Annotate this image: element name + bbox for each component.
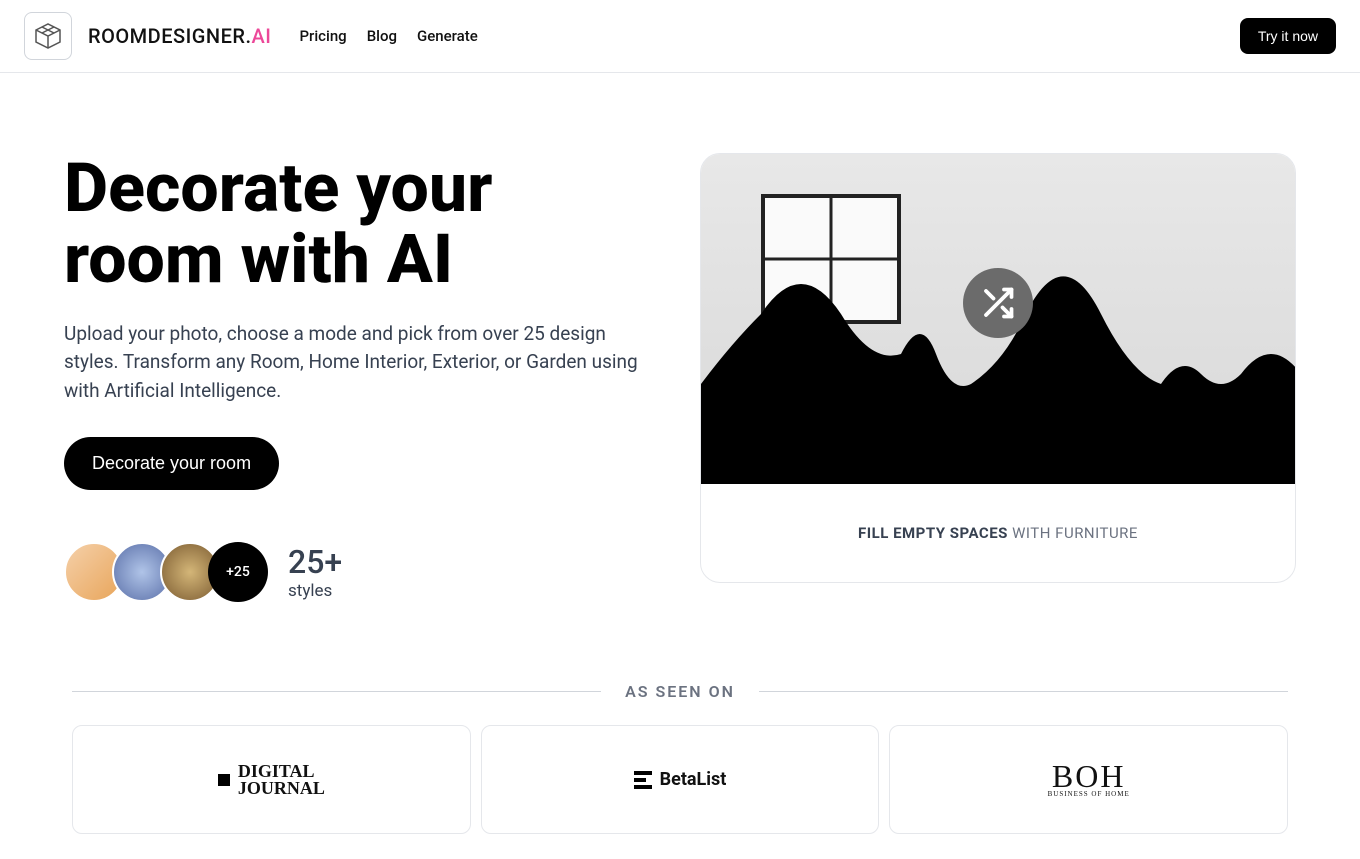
- divider-left: [72, 691, 601, 692]
- decorate-room-button[interactable]: Decorate your room: [64, 437, 279, 490]
- dj-line2: JOURNAL: [238, 780, 325, 797]
- hero-right: FILL EMPTY SPACES WITH FURNITURE: [700, 153, 1296, 602]
- boh-text: BOH: [1048, 762, 1130, 791]
- hero-subtitle: Upload your photo, choose a mode and pic…: [64, 320, 644, 406]
- square-icon: [218, 774, 230, 786]
- header: ROOMDESIGNER.AI Pricing Blog Generate Tr…: [0, 0, 1360, 73]
- hero-section: Decorate your room with AI Upload your p…: [0, 73, 1360, 642]
- preview-card: FILL EMPTY SPACES WITH FURNITURE: [700, 153, 1296, 583]
- betalist-logo: BetaList: [634, 769, 727, 790]
- styles-count: 25+ styles: [288, 543, 342, 601]
- header-left: ROOMDESIGNER.AI Pricing Blog Generate: [24, 12, 478, 60]
- preview-caption: FILL EMPTY SPACES WITH FURNITURE: [701, 484, 1295, 582]
- press-logo-digital-journal[interactable]: DIGITAL JOURNAL: [72, 725, 471, 834]
- press-logo-boh[interactable]: BOH BUSINESS OF HOME: [889, 725, 1288, 834]
- boh-logo: BOH BUSINESS OF HOME: [1048, 762, 1130, 797]
- style-avatar-more[interactable]: +25: [208, 542, 268, 602]
- hero-title: Decorate your room with AI: [64, 153, 660, 296]
- brand-ai: AI: [252, 24, 272, 48]
- logo[interactable]: [24, 12, 72, 60]
- boh-subtitle: BUSINESS OF HOME: [1048, 791, 1130, 797]
- as-seen-header: AS SEEN ON: [72, 682, 1288, 701]
- as-seen-heading: AS SEEN ON: [625, 682, 735, 701]
- nav-blog[interactable]: Blog: [367, 27, 397, 45]
- style-avatars: +25: [64, 542, 268, 602]
- brand-name[interactable]: ROOMDESIGNER.AI: [88, 24, 271, 48]
- cube-logo-icon: [32, 20, 64, 52]
- digital-journal-logo: DIGITAL JOURNAL: [218, 763, 325, 797]
- hamburger-icon: [634, 771, 652, 789]
- betalist-text: BetaList: [660, 769, 727, 790]
- styles-label: styles: [288, 581, 342, 601]
- nav-links: Pricing Blog Generate: [299, 27, 477, 45]
- caption-bold: FILL EMPTY SPACES: [858, 524, 1008, 542]
- as-seen-section: AS SEEN ON DIGITAL JOURNAL BetaList: [0, 642, 1360, 834]
- nav-generate[interactable]: Generate: [417, 27, 478, 45]
- preview-image: [701, 154, 1295, 484]
- try-it-now-button[interactable]: Try it now: [1240, 18, 1336, 54]
- divider-right: [759, 691, 1288, 692]
- hero-left: Decorate your room with AI Upload your p…: [64, 153, 660, 602]
- brand-main: ROOMDESIGNER.: [88, 24, 252, 48]
- styles-row: +25 25+ styles: [64, 542, 660, 602]
- caption-light: WITH FURNITURE: [1008, 524, 1138, 542]
- as-seen-logos: DIGITAL JOURNAL BetaList BOH BUSINESS OF…: [72, 725, 1288, 834]
- press-logo-betalist[interactable]: BetaList: [481, 725, 880, 834]
- nav-pricing[interactable]: Pricing: [299, 27, 346, 45]
- styles-number: 25+: [288, 543, 342, 581]
- mountains-graphic: [701, 224, 1295, 484]
- shuffle-icon[interactable]: [963, 268, 1033, 338]
